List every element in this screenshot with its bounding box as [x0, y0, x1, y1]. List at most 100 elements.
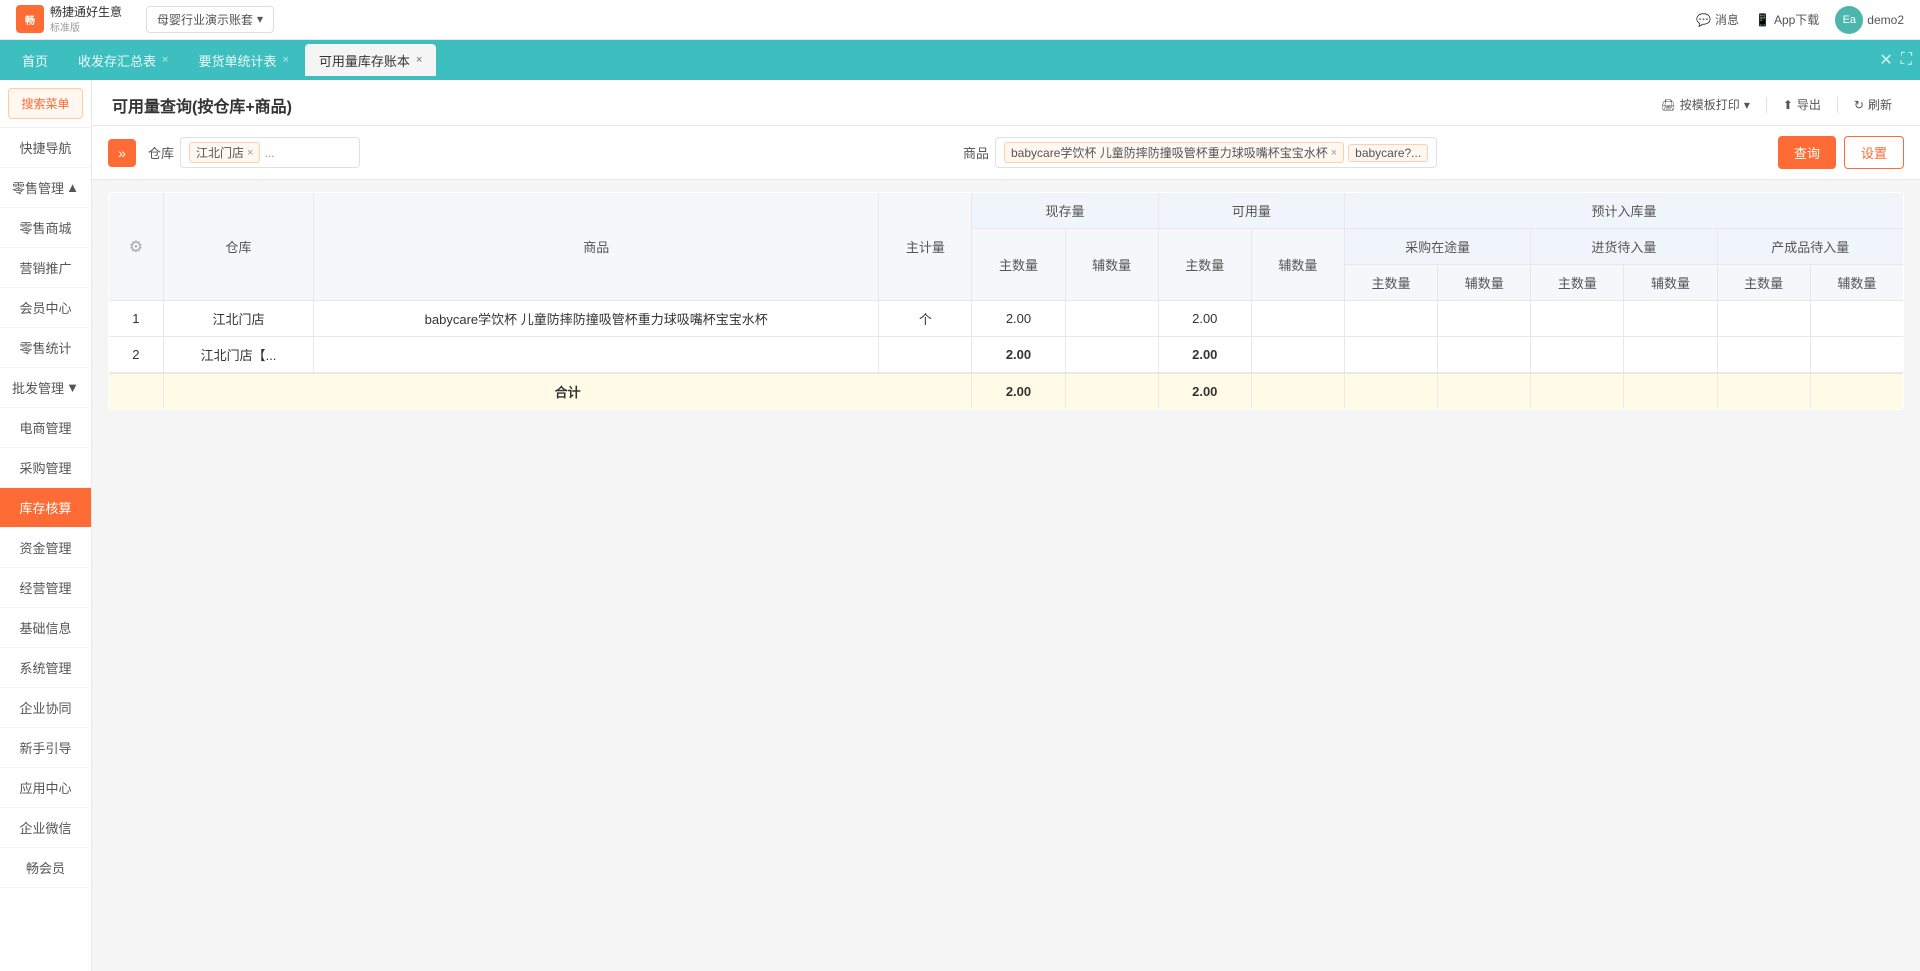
warehouse-tag: 江北门店 ×: [189, 142, 260, 163]
row2-pt-aux: [1438, 337, 1531, 374]
row1-warehouse: 江北门店: [163, 301, 313, 337]
sidebar-quick-nav[interactable]: 快捷导航: [0, 128, 91, 168]
row2-unit: [879, 337, 972, 374]
tab-receive-summary[interactable]: 收发存汇总表 ×: [64, 44, 182, 76]
content-area: 可用量查询(按仓库+商品) 🖨 按模板打印 ▾ ⬆ 导出 ↻ 刷新: [92, 80, 1920, 971]
footer-label: 合计: [163, 373, 972, 410]
th-product: 商品: [314, 193, 879, 301]
th-gear[interactable]: ⚙: [109, 193, 164, 301]
th-warehouse: 仓库: [163, 193, 313, 301]
row2-num: 2: [109, 337, 164, 374]
row2-pt-main: [1344, 337, 1437, 374]
filter-actions: 查询 设置: [1778, 136, 1904, 169]
row1-avail-main: 2.00: [1158, 301, 1251, 337]
page-title: 可用量查询(按仓库+商品): [112, 93, 292, 117]
th-ip-aux: 辅数量: [1624, 265, 1717, 301]
export-btn[interactable]: ⬆ 导出: [1775, 92, 1829, 117]
th-purchase-transit: 采购在途量: [1344, 229, 1530, 265]
footer-pt-aux: [1438, 373, 1531, 410]
product-tag1: babycare学饮杯 儿童防摔防撞吸管杯重力球吸嘴杯宝宝水杯 ×: [1004, 142, 1344, 163]
warehouse-label: 仓库: [148, 143, 174, 162]
tab-close-receive[interactable]: ×: [162, 54, 168, 66]
filter-toggle-btn[interactable]: »: [108, 139, 136, 167]
export-icon: ⬆: [1783, 98, 1793, 112]
row2-product: [314, 337, 879, 374]
industry-selector[interactable]: 母婴行业演示账套 ▾: [146, 6, 274, 33]
nav-tabs: 首页 收发存汇总表 × 要货单统计表 × 可用量库存账本 × ✕ ⛶: [0, 40, 1920, 80]
sidebar-item-new-guide[interactable]: 新手引导: [0, 728, 91, 768]
print-icon: 🖨: [1661, 98, 1676, 112]
tab-close-available[interactable]: ×: [416, 54, 422, 66]
sidebar-item-wholesale-mgmt[interactable]: 批发管理 ▼: [0, 368, 91, 408]
message-btn[interactable]: 💬 消息: [1696, 11, 1739, 28]
chevron-down-icon: ▾: [1744, 98, 1750, 112]
nav-close-icon[interactable]: ✕: [1879, 50, 1892, 70]
app-download-btn[interactable]: 📱 App下载: [1755, 11, 1819, 28]
tab-home[interactable]: 首页: [8, 44, 62, 76]
sidebar-item-app-center[interactable]: 应用中心: [0, 768, 91, 808]
sidebar-item-inventory[interactable]: 库存核算: [0, 488, 91, 528]
user-menu[interactable]: Ea demo2: [1835, 6, 1904, 34]
product-input[interactable]: babycare学饮杯 儿童防摔防撞吸管杯重力球吸嘴杯宝宝水杯 × babyca…: [995, 137, 1437, 168]
nav-tabs-right: ✕ ⛶: [1879, 50, 1912, 70]
chevron-down-icon: ▾: [257, 12, 263, 26]
sidebar-item-purchase[interactable]: 采购管理: [0, 448, 91, 488]
settings-btn[interactable]: 设置: [1844, 136, 1904, 169]
sidebar-item-vip-member[interactable]: 畅会员: [0, 848, 91, 888]
th-pt-main: 主数量: [1344, 265, 1437, 301]
sidebar-item-retail-stats[interactable]: 零售统计: [0, 328, 91, 368]
sidebar-item-enterprise-collab[interactable]: 企业协同: [0, 688, 91, 728]
row1-unit: 个: [879, 301, 972, 337]
row2-avail-main: 2.00: [1158, 337, 1251, 374]
sidebar-item-base-info[interactable]: 基础信息: [0, 608, 91, 648]
row1-num: 1: [109, 301, 164, 337]
sidebar-item-ecommerce[interactable]: 电商管理: [0, 408, 91, 448]
th-available-main: 主数量: [1158, 229, 1251, 301]
row2-stock-main: 2.00: [972, 337, 1065, 374]
sidebar-item-enterprise-wechat[interactable]: 企业微信: [0, 808, 91, 848]
row1-pp-aux: [1810, 301, 1903, 337]
search-menu-btn[interactable]: 搜索菜单: [8, 88, 83, 119]
chevron-icon: ▲: [66, 180, 79, 195]
sidebar-item-marketing[interactable]: 营销推广: [0, 248, 91, 288]
th-ip-main: 主数量: [1531, 265, 1624, 301]
sidebar-item-member-center[interactable]: 会员中心: [0, 288, 91, 328]
product-label: 商品: [963, 143, 989, 162]
data-table: ⚙ 仓库 商品 主计量 现存量 可用量 预计入库量 主数量 辅数量 主数量 辅数…: [108, 192, 1904, 410]
sidebar-item-ops[interactable]: 经营管理: [0, 568, 91, 608]
row1-avail-aux: [1251, 301, 1344, 337]
gear-icon: ⚙: [129, 239, 143, 256]
sidebar-item-retail-mall[interactable]: 零售商城: [0, 208, 91, 248]
warehouse-input[interactable]: 江北门店 × ...: [180, 137, 360, 168]
query-btn[interactable]: 查询: [1778, 136, 1836, 169]
tab-order-stats[interactable]: 要货单统计表 ×: [184, 44, 302, 76]
footer-ip-main: [1531, 373, 1624, 410]
tab-close-order[interactable]: ×: [282, 54, 288, 66]
row1-product: babycare学饮杯 儿童防摔防撞吸管杯重力球吸嘴杯宝宝水杯: [314, 301, 879, 337]
nav-expand-icon[interactable]: ⛶: [1901, 51, 1912, 69]
warehouse-tag-remove[interactable]: ×: [247, 147, 253, 159]
th-available-aux: 辅数量: [1251, 229, 1344, 301]
row1-ip-main: [1531, 301, 1624, 337]
footer-ip-aux: [1624, 373, 1717, 410]
th-pt-aux: 辅数量: [1438, 265, 1531, 301]
th-incoming-group: 预计入库量: [1344, 193, 1903, 229]
row2-pp-aux: [1810, 337, 1903, 374]
refresh-btn[interactable]: ↻ 刷新: [1846, 92, 1900, 117]
sidebar-item-retail-mgmt[interactable]: 零售管理 ▲: [0, 168, 91, 208]
footer-pp-main: [1717, 373, 1810, 410]
th-available-group: 可用量: [1158, 193, 1344, 229]
chevron-icon: ▼: [66, 380, 79, 395]
avatar: Ea: [1835, 6, 1863, 34]
table-row: 1 江北门店 babycare学饮杯 儿童防摔防撞吸管杯重力球吸嘴杯宝宝水杯 个…: [109, 301, 1904, 337]
print-template-btn[interactable]: 🖨 按模板打印 ▾: [1653, 92, 1758, 117]
tab-available-stock[interactable]: 可用量库存账本 ×: [305, 44, 436, 76]
th-main-unit: 主计量: [879, 193, 972, 301]
top-bar-left: 畅 畅捷通好生意 标准版 母婴行业演示账套 ▾: [16, 5, 274, 34]
footer-avail-main: 2.00: [1158, 373, 1251, 410]
sidebar-item-sys-mgmt[interactable]: 系统管理: [0, 648, 91, 688]
row1-pt-aux: [1438, 301, 1531, 337]
product-tag1-remove[interactable]: ×: [1331, 147, 1337, 159]
refresh-icon: ↻: [1854, 98, 1864, 112]
sidebar-item-finance[interactable]: 资金管理: [0, 528, 91, 568]
